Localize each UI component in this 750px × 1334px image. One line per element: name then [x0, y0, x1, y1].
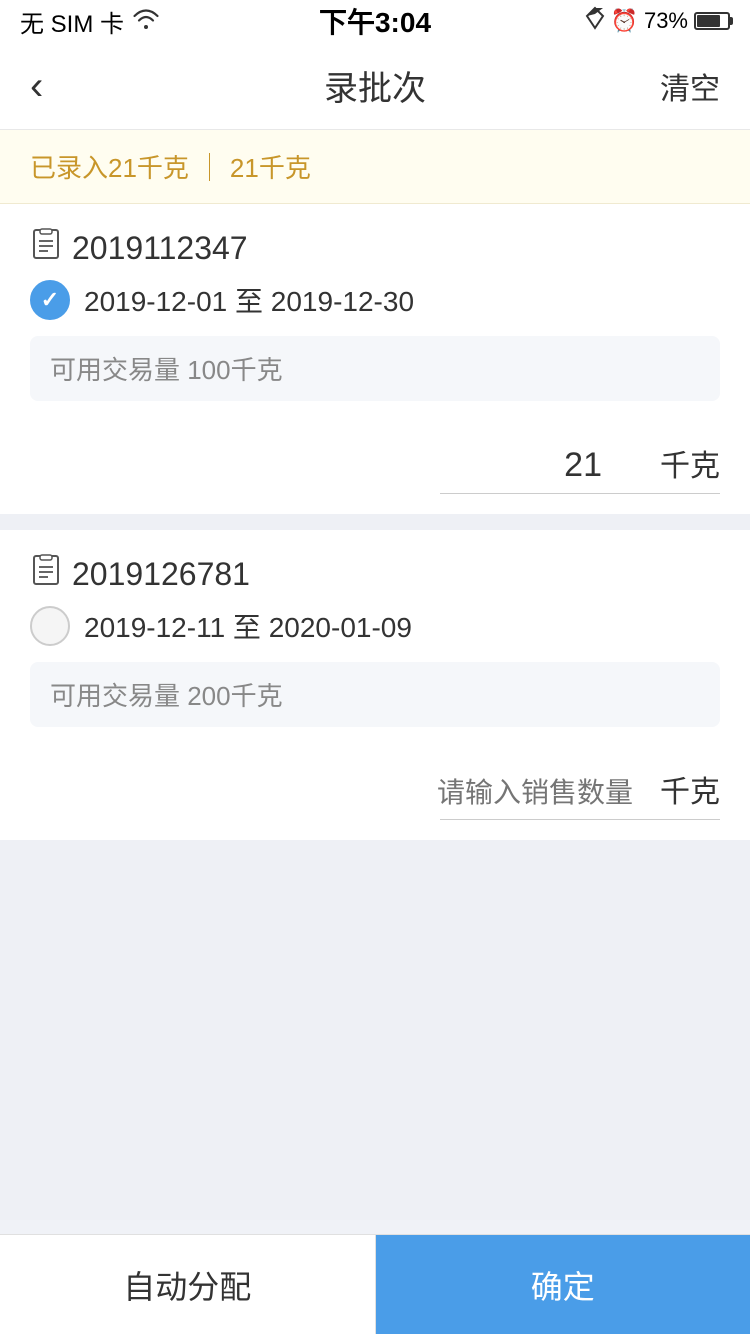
- status-right: ⏰ 73%: [585, 6, 730, 36]
- info-banner: 已录入21千克 21千克: [0, 130, 750, 204]
- batch-item-1: 2019112347 2019-12-01 至 2019-12-30 可用交易量…: [0, 204, 750, 425]
- batch-1-icon: [30, 228, 62, 268]
- back-button[interactable]: ‹: [30, 66, 43, 106]
- empty-area: [0, 840, 750, 1220]
- batch-2-availability: 可用交易量 200千克: [30, 662, 720, 727]
- batch-1-date-row[interactable]: 2019-12-01 至 2019-12-30: [30, 280, 720, 320]
- batch-2-date-row[interactable]: 2019-12-11 至 2020-01-09: [30, 606, 720, 646]
- batch-1-radio[interactable]: [30, 280, 70, 320]
- batch-1-amount-block: 21 千克: [0, 425, 750, 514]
- location-icon: [585, 6, 605, 36]
- batch-2-header: 2019126781: [30, 554, 720, 594]
- confirm-button[interactable]: 确定: [376, 1235, 750, 1334]
- batch-1-amount-value: 21: [564, 446, 602, 485]
- alarm-icon: ⏰: [611, 8, 638, 34]
- auto-distribute-button[interactable]: 自动分配: [0, 1235, 376, 1334]
- bottom-bar: 自动分配 确定: [0, 1234, 750, 1334]
- section-divider: [0, 514, 750, 530]
- batch-item-2: 2019126781 2019-12-11 至 2020-01-09 可用交易量…: [0, 530, 750, 751]
- batch-2-number: 2019126781: [72, 556, 250, 593]
- batch-1-amount-unit: 千克: [660, 441, 720, 485]
- clear-button[interactable]: 清空: [660, 64, 720, 108]
- nav-bar: ‹ 录批次 清空: [0, 42, 750, 130]
- batch-2-quantity-input[interactable]: [348, 777, 648, 809]
- batch-2-amount-block: 千克: [0, 751, 750, 840]
- batch-1-availability: 可用交易量 100千克: [30, 336, 720, 401]
- carrier-text: 无 SIM 卡: [20, 4, 124, 39]
- batch-2-unit: 千克: [660, 767, 720, 811]
- batch-1-amount-row: 21 千克: [0, 425, 750, 493]
- page-title: 录批次: [324, 61, 426, 110]
- total-text: 21千克: [230, 148, 311, 185]
- status-bar: 无 SIM 卡 下午3:04 ⏰ 73%: [0, 0, 750, 42]
- wifi-icon: [132, 7, 160, 36]
- battery-icon: [694, 12, 730, 30]
- battery-percent: 73%: [644, 8, 688, 34]
- batch-1-number: 2019112347: [72, 230, 248, 267]
- batch-2-icon: [30, 554, 62, 594]
- batch-2-radio[interactable]: [30, 606, 70, 646]
- recorded-text: 已录入21千克: [30, 148, 189, 185]
- banner-divider: [209, 153, 210, 181]
- batch-1-header: 2019112347: [30, 228, 720, 268]
- batch-1-date: 2019-12-01 至 2019-12-30: [84, 280, 414, 320]
- status-left: 无 SIM 卡: [20, 4, 160, 39]
- batch-2-input-row: 千克: [0, 751, 750, 819]
- batch-2-date: 2019-12-11 至 2020-01-09: [84, 606, 412, 646]
- status-time: 下午3:04: [319, 1, 431, 41]
